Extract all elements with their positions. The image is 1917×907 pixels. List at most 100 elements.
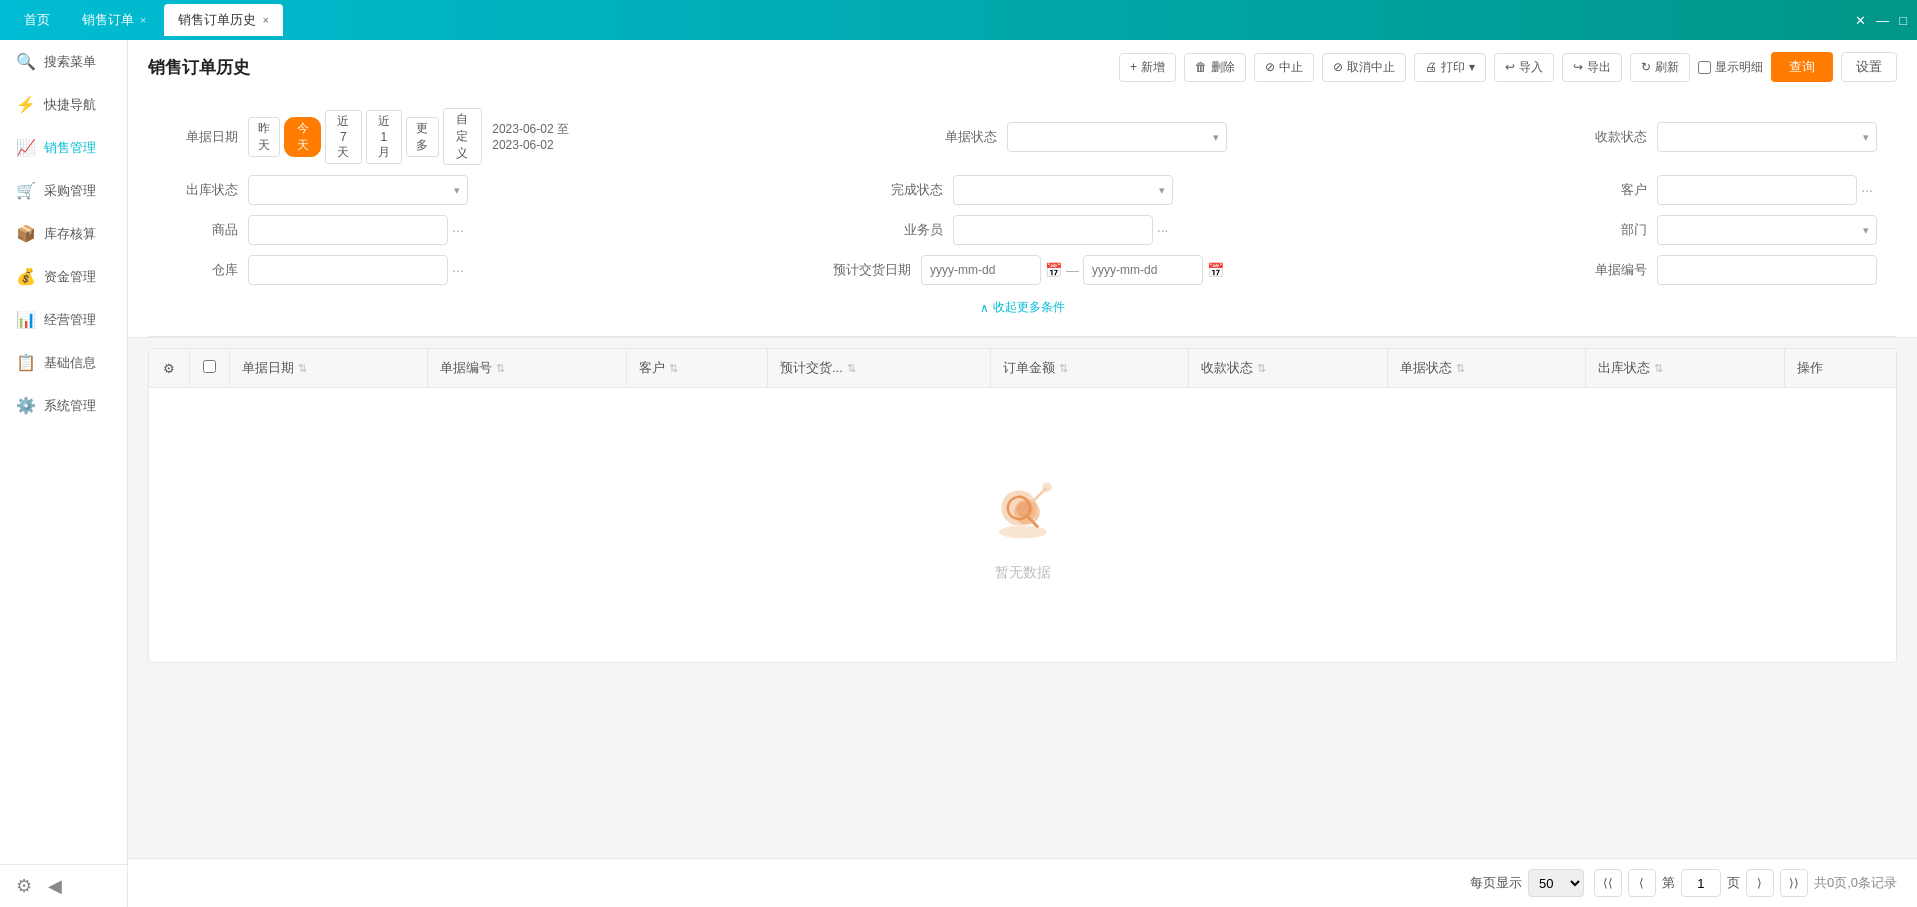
sidebar-item-finance[interactable]: 💰 资金管理 xyxy=(0,255,127,298)
salesperson-label: 业务员 xyxy=(873,221,943,239)
settings-button[interactable]: 设置 xyxy=(1841,52,1897,82)
stop-button[interactable]: ⊘ 中止 xyxy=(1254,53,1314,82)
payment-status-select[interactable] xyxy=(1657,122,1877,152)
order-status-select[interactable] xyxy=(1007,122,1227,152)
topbar-close-icon[interactable]: ✕ xyxy=(1855,13,1866,28)
product-ellipsis-icon[interactable]: ··· xyxy=(448,222,468,238)
th-delivery-status[interactable]: 出库状态 ⇅ xyxy=(1586,349,1785,388)
print-button[interactable]: 🖨 打印 ▾ xyxy=(1414,53,1486,82)
last-page-button[interactable]: ⟩⟩ xyxy=(1780,869,1808,897)
date-custom-btn[interactable]: 自定义 xyxy=(443,108,483,165)
tab-sales-order-close[interactable]: × xyxy=(140,14,146,26)
export-button[interactable]: ↪ 导出 xyxy=(1562,53,1622,82)
print-label: 打印 xyxy=(1441,59,1465,76)
import-button[interactable]: ↩ 导入 xyxy=(1494,53,1554,82)
product-input[interactable] xyxy=(248,215,448,245)
sales-icon: 📈 xyxy=(16,138,36,157)
refresh-button[interactable]: ↻ 刷新 xyxy=(1630,53,1690,82)
sort-order-amount-icon: ⇅ xyxy=(1059,362,1068,375)
page-title: 销售订单历史 xyxy=(148,56,250,79)
tab-sales-history-close[interactable]: × xyxy=(262,14,268,26)
new-button[interactable]: + 新增 xyxy=(1119,53,1176,82)
query-button[interactable]: 查询 xyxy=(1771,52,1833,82)
first-page-button[interactable]: ⟨⟨ xyxy=(1594,869,1622,897)
product-input-wrap: ··· xyxy=(248,215,468,245)
payment-status-select-wrap: ▾ xyxy=(1657,122,1877,152)
customer-input-wrap: ··· xyxy=(1657,175,1877,205)
sidebar-item-basic-info[interactable]: 📋 基础信息 xyxy=(0,341,127,384)
cancel-stop-button[interactable]: ⊘ 取消中止 xyxy=(1322,53,1406,82)
date-today-btn[interactable]: 今天 xyxy=(284,117,320,157)
per-page-label: 每页显示 xyxy=(1470,874,1522,892)
delete-button[interactable]: 🗑 删除 xyxy=(1184,53,1246,82)
th-order-date[interactable]: 单据日期 ⇅ xyxy=(229,349,428,388)
sort-customer-icon: ⇅ xyxy=(669,362,678,375)
tab-sales-order[interactable]: 销售订单 × xyxy=(68,4,160,36)
warehouse-ellipsis-icon[interactable]: ··· xyxy=(448,262,468,278)
warehouse-input[interactable] xyxy=(248,255,448,285)
sidebar-item-system[interactable]: ⚙️ 系统管理 xyxy=(0,384,127,427)
order-number-label: 单据编号 xyxy=(1577,261,1647,279)
th-order-number-label: 单据编号 xyxy=(440,359,492,377)
th-order-amount[interactable]: 订单金额 ⇅ xyxy=(990,349,1189,388)
order-number-input-wrap xyxy=(1657,255,1877,285)
date-1month-btn[interactable]: 近1月 xyxy=(366,110,403,164)
filter-area: 单据日期 昨天 今天 近7天 近1月 更多 自定义 2023-06-02 至 2… xyxy=(148,96,1897,337)
sidebar-item-quick-nav[interactable]: ⚡ 快捷导航 xyxy=(0,83,127,126)
total-records: 共0页,0条记录 xyxy=(1814,874,1897,892)
calendar-start-icon[interactable]: 📅 xyxy=(1045,262,1062,278)
sidebar-item-inventory[interactable]: 📦 库存核算 xyxy=(0,212,127,255)
th-customer[interactable]: 客户 ⇅ xyxy=(626,349,767,388)
delete-label: 删除 xyxy=(1211,59,1235,76)
th-actions: 操作 xyxy=(1784,349,1896,388)
sidebar-settings-icon[interactable]: ⚙ xyxy=(16,875,32,897)
sidebar-item-sales[interactable]: 📈 销售管理 xyxy=(0,126,127,169)
salesperson-ellipsis-icon[interactable]: ··· xyxy=(1153,222,1173,238)
sidebar-item-operations[interactable]: 📊 经营管理 xyxy=(0,298,127,341)
prev-page-button[interactable]: ⟨ xyxy=(1628,869,1656,897)
th-payment-status[interactable]: 收款状态 ⇅ xyxy=(1189,349,1388,388)
select-all-checkbox[interactable] xyxy=(203,360,216,373)
per-page-select[interactable]: 10 20 50 100 xyxy=(1528,869,1584,897)
delivery-date-end-input[interactable] xyxy=(1083,255,1203,285)
completion-status-select[interactable] xyxy=(953,175,1173,205)
department-select[interactable] xyxy=(1657,215,1877,245)
sidebar-item-search[interactable]: 🔍 搜索菜单 xyxy=(0,40,127,83)
sidebar-item-operations-label: 经营管理 xyxy=(44,311,96,329)
customer-input[interactable] xyxy=(1657,175,1857,205)
settings-gear-icon[interactable]: ⚙ xyxy=(163,361,175,376)
delivery-date-start-input[interactable] xyxy=(921,255,1041,285)
calendar-end-icon[interactable]: 📅 xyxy=(1207,262,1224,278)
th-order-status[interactable]: 单据状态 ⇅ xyxy=(1387,349,1586,388)
import-label: 导入 xyxy=(1519,59,1543,76)
th-delivery-status-label: 出库状态 xyxy=(1598,359,1650,377)
customer-label: 客户 xyxy=(1577,181,1647,199)
th-delivery-date[interactable]: 预计交货... ⇅ xyxy=(767,349,990,388)
topbar-minimize-icon[interactable]: — xyxy=(1876,13,1889,28)
salesperson-input[interactable] xyxy=(953,215,1153,245)
cancel-stop-icon: ⊘ xyxy=(1333,60,1343,74)
th-order-number[interactable]: 单据编号 ⇅ xyxy=(428,349,627,388)
delivery-status-select[interactable] xyxy=(248,175,468,205)
display-checkbox[interactable] xyxy=(1698,61,1711,74)
tab-sales-history[interactable]: 销售订单历史 × xyxy=(164,4,282,36)
topbar-maximize-icon[interactable]: □ xyxy=(1899,13,1907,28)
next-page-button[interactable]: ⟩ xyxy=(1746,869,1774,897)
customer-ellipsis-icon[interactable]: ··· xyxy=(1857,182,1877,198)
sidebar-collapse-icon[interactable]: ◀ xyxy=(48,875,62,897)
layout: 🔍 搜索菜单 ⚡ 快捷导航 📈 销售管理 🛒 采购管理 📦 库存核算 💰 资金管… xyxy=(0,40,1917,907)
date-more-btn[interactable]: 更多 xyxy=(406,117,438,157)
display-toggle[interactable]: 显示明细 xyxy=(1698,59,1763,76)
sidebar-item-purchase[interactable]: 🛒 采购管理 xyxy=(0,169,127,212)
collapse-row[interactable]: ∧ 收起更多条件 xyxy=(168,295,1877,324)
toolbar: + 新增 🗑 删除 ⊘ 中止 ⊘ 取消中止 xyxy=(1119,52,1897,82)
date-yesterday-btn[interactable]: 昨天 xyxy=(248,117,280,157)
filter-row-3: 商品 ··· 业务员 ··· 部门 ▾ xyxy=(168,215,1877,245)
th-checkbox[interactable] xyxy=(189,349,229,388)
page-number-input[interactable] xyxy=(1681,869,1721,897)
order-number-input[interactable] xyxy=(1657,255,1877,285)
date-7days-btn[interactable]: 近7天 xyxy=(325,110,362,164)
tab-home[interactable]: 首页 xyxy=(10,4,64,36)
th-settings[interactable]: ⚙ xyxy=(149,349,189,388)
refresh-icon: ↻ xyxy=(1641,60,1651,74)
